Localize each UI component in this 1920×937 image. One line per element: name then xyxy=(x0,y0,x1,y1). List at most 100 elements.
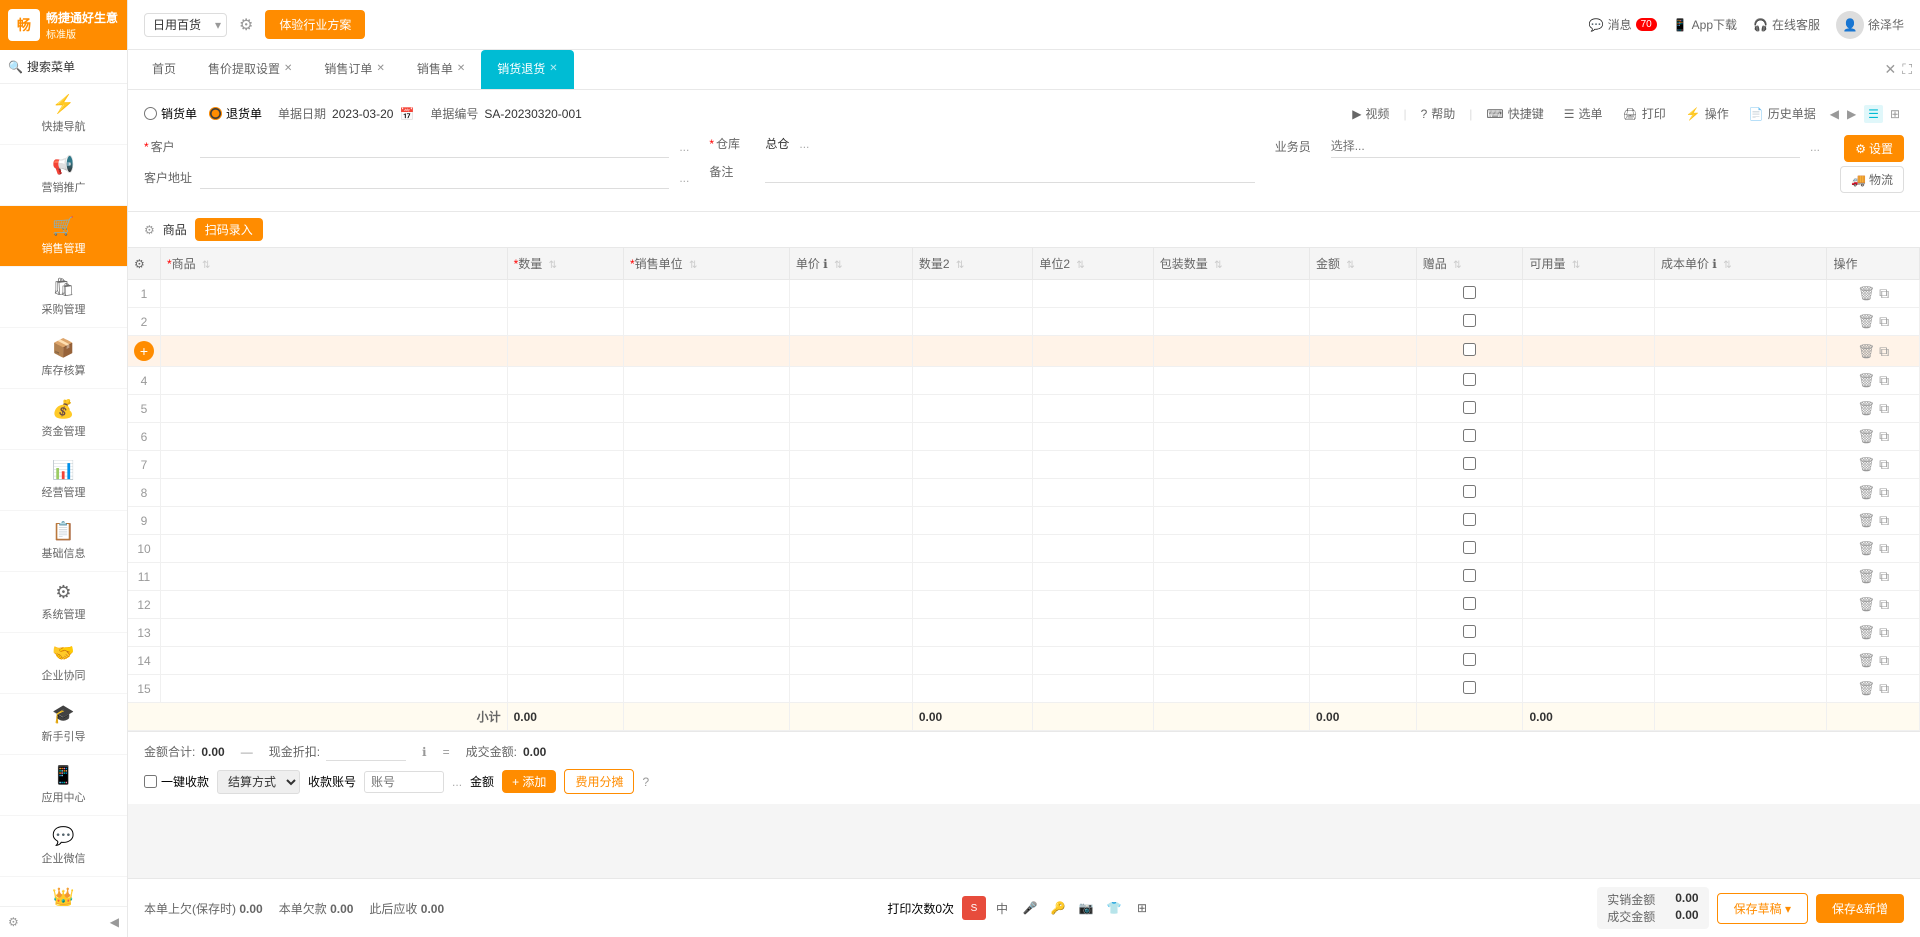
experience-btn[interactable]: 体验行业方案 xyxy=(265,10,365,39)
sidebar-item-system[interactable]: ⚙ 系统管理 xyxy=(0,572,127,633)
pack-qty-cell[interactable] xyxy=(1153,336,1309,367)
sidebar-item-marketing[interactable]: 📢 营销推广 xyxy=(0,145,127,206)
delete-row-icon[interactable]: 🗑 xyxy=(1857,540,1875,557)
footer-icon-3[interactable]: 🎤 xyxy=(1018,896,1042,920)
add-row-btn[interactable]: + xyxy=(134,341,154,361)
sidebar-item-sales[interactable]: 🛒 销售管理 xyxy=(0,206,127,267)
qty-cell[interactable] xyxy=(507,308,623,336)
copy-row-icon[interactable]: ⧉ xyxy=(1879,343,1889,360)
copy-row-icon[interactable]: ⧉ xyxy=(1879,652,1889,669)
qty-cell[interactable] xyxy=(507,336,623,367)
user-item[interactable]: 👤 徐泽华 xyxy=(1836,11,1904,39)
info-icon[interactable]: ℹ xyxy=(422,745,427,759)
one-click-payment-label[interactable]: 一键收款 xyxy=(144,773,209,790)
delete-row-icon[interactable]: 🗑 xyxy=(1857,652,1875,669)
copy-row-icon[interactable]: ⧉ xyxy=(1879,428,1889,445)
sidebar-item-enterprise[interactable]: 🤝 企业协同 xyxy=(0,633,127,694)
salesperson-input[interactable] xyxy=(1331,135,1800,158)
warehouse-dots[interactable]: ... xyxy=(799,137,809,151)
add-fee-btn[interactable]: + 添加 xyxy=(502,770,556,793)
remark-input[interactable] xyxy=(765,160,1254,183)
tab-return[interactable]: 销货退货 ✕ xyxy=(481,50,573,89)
account-input[interactable] xyxy=(364,771,444,793)
footer-icon-5[interactable]: 📷 xyxy=(1074,896,1098,920)
discount-input[interactable] xyxy=(326,742,406,761)
message-item[interactable]: 💬 消息 70 xyxy=(1589,16,1657,33)
copy-row-icon[interactable]: ⧉ xyxy=(1879,512,1889,529)
save-draft-btn[interactable]: 保存草稿 ▾ xyxy=(1717,893,1808,924)
history-btn[interactable]: 📄 历史单据 xyxy=(1743,102,1822,125)
gift-checkbox[interactable] xyxy=(1463,286,1476,299)
gift-checkbox[interactable] xyxy=(1463,343,1476,356)
video-btn[interactable]: ▶ 视频 xyxy=(1346,102,1395,125)
gift-cell[interactable] xyxy=(1416,280,1523,308)
sidebar-item-purchase[interactable]: 🛍 采购管理 xyxy=(0,267,127,328)
product-input-active[interactable] xyxy=(167,344,501,358)
tab-price-close[interactable]: ✕ xyxy=(284,63,292,74)
gift-cell[interactable] xyxy=(1416,308,1523,336)
operate-btn[interactable]: ⚡ 操作 xyxy=(1680,102,1735,125)
qty2-cell[interactable] xyxy=(912,308,1032,336)
sidebar-item-finance[interactable]: 💰 资金管理 xyxy=(0,389,127,450)
copy-row-icon[interactable]: ⧉ xyxy=(1879,285,1889,302)
available-cell[interactable] xyxy=(1523,280,1654,308)
available-cell[interactable] xyxy=(1523,308,1654,336)
delete-row-icon[interactable]: 🗑 xyxy=(1857,680,1875,697)
radio-sale[interactable]: 销货单 xyxy=(144,105,197,122)
delete-row-icon[interactable]: 🗑 xyxy=(1857,484,1875,501)
view-grid-icon[interactable]: ⊞ xyxy=(1886,105,1904,123)
settings-icon[interactable]: ⚙ xyxy=(8,915,19,929)
prev-icon[interactable]: ◀ xyxy=(1830,107,1839,121)
delete-row-icon[interactable]: 🗑 xyxy=(1857,343,1875,360)
sale-unit-cell[interactable] xyxy=(623,280,789,308)
sidebar-item-member[interactable]: 👑 畅会员 xyxy=(0,877,127,906)
copy-row-icon[interactable]: ⧉ xyxy=(1879,372,1889,389)
sidebar-item-newbie[interactable]: 🎓 新手引导 xyxy=(0,694,127,755)
radio-sale-input[interactable] xyxy=(144,107,157,120)
available-cell[interactable] xyxy=(1523,336,1654,367)
sale-unit-cell[interactable] xyxy=(623,308,789,336)
calendar-icon[interactable]: 📅 xyxy=(399,107,414,121)
expand-icon[interactable]: ⛶ xyxy=(1902,61,1912,78)
fee-split-btn[interactable]: 费用分摊 xyxy=(564,769,634,794)
address-dots[interactable]: ... xyxy=(679,171,689,185)
search-menu[interactable]: 🔍 搜索菜单 xyxy=(0,50,127,84)
unit2-cell[interactable] xyxy=(1033,308,1153,336)
amount-cell[interactable] xyxy=(1310,308,1417,336)
customer-dots[interactable]: ... xyxy=(679,140,689,154)
address-input[interactable] xyxy=(200,166,669,189)
delete-row-icon[interactable]: 🗑 xyxy=(1857,568,1875,585)
customer-input[interactable] xyxy=(200,135,669,158)
shortcut-btn[interactable]: ⌨ 快捷键 xyxy=(1480,102,1549,125)
copy-row-icon[interactable]: ⧉ xyxy=(1879,680,1889,697)
view-list-icon[interactable]: ☰ xyxy=(1864,105,1883,123)
tab-home[interactable]: 首页 xyxy=(136,50,192,89)
delete-row-icon[interactable]: 🗑 xyxy=(1857,428,1875,445)
select-btn[interactable]: ☰ 选单 xyxy=(1558,102,1609,125)
copy-row-icon[interactable]: ⧉ xyxy=(1879,568,1889,585)
sidebar-item-operations[interactable]: 📊 经营管理 xyxy=(0,450,127,511)
sale-unit-cell[interactable] xyxy=(623,336,789,367)
close-tab-icon[interactable]: ✕ xyxy=(1884,61,1896,78)
copy-row-icon[interactable]: ⧉ xyxy=(1879,456,1889,473)
calc-method-select[interactable]: 结算方式 xyxy=(217,770,300,794)
tab-sales-order-close[interactable]: ✕ xyxy=(376,63,384,74)
industry-select[interactable]: 日用百货 xyxy=(144,13,227,37)
scan-btn[interactable]: 扫码录入 xyxy=(195,218,263,241)
unit-price-cell[interactable] xyxy=(789,336,912,367)
footer-icon-6[interactable]: 👕 xyxy=(1102,896,1126,920)
footer-icon-1[interactable]: S xyxy=(962,896,986,920)
delete-row-icon[interactable]: 🗑 xyxy=(1857,313,1875,330)
account-dots[interactable]: ... xyxy=(452,775,462,789)
copy-row-icon[interactable]: ⧉ xyxy=(1879,596,1889,613)
product-cell-active[interactable] xyxy=(161,336,508,367)
app-download-item[interactable]: 📱 App下载 xyxy=(1673,16,1737,33)
copy-row-icon[interactable]: ⧉ xyxy=(1879,400,1889,417)
copy-row-icon[interactable]: ⧉ xyxy=(1879,624,1889,641)
tab-sales-order[interactable]: 销售订单 ✕ xyxy=(308,50,400,89)
online-service-item[interactable]: 🎧 在线客服 xyxy=(1753,16,1820,33)
qty2-cell[interactable] xyxy=(912,280,1032,308)
delete-row-icon[interactable]: 🗑 xyxy=(1857,456,1875,473)
delete-row-icon[interactable]: 🗑 xyxy=(1857,400,1875,417)
delete-row-icon[interactable]: 🗑 xyxy=(1857,372,1875,389)
